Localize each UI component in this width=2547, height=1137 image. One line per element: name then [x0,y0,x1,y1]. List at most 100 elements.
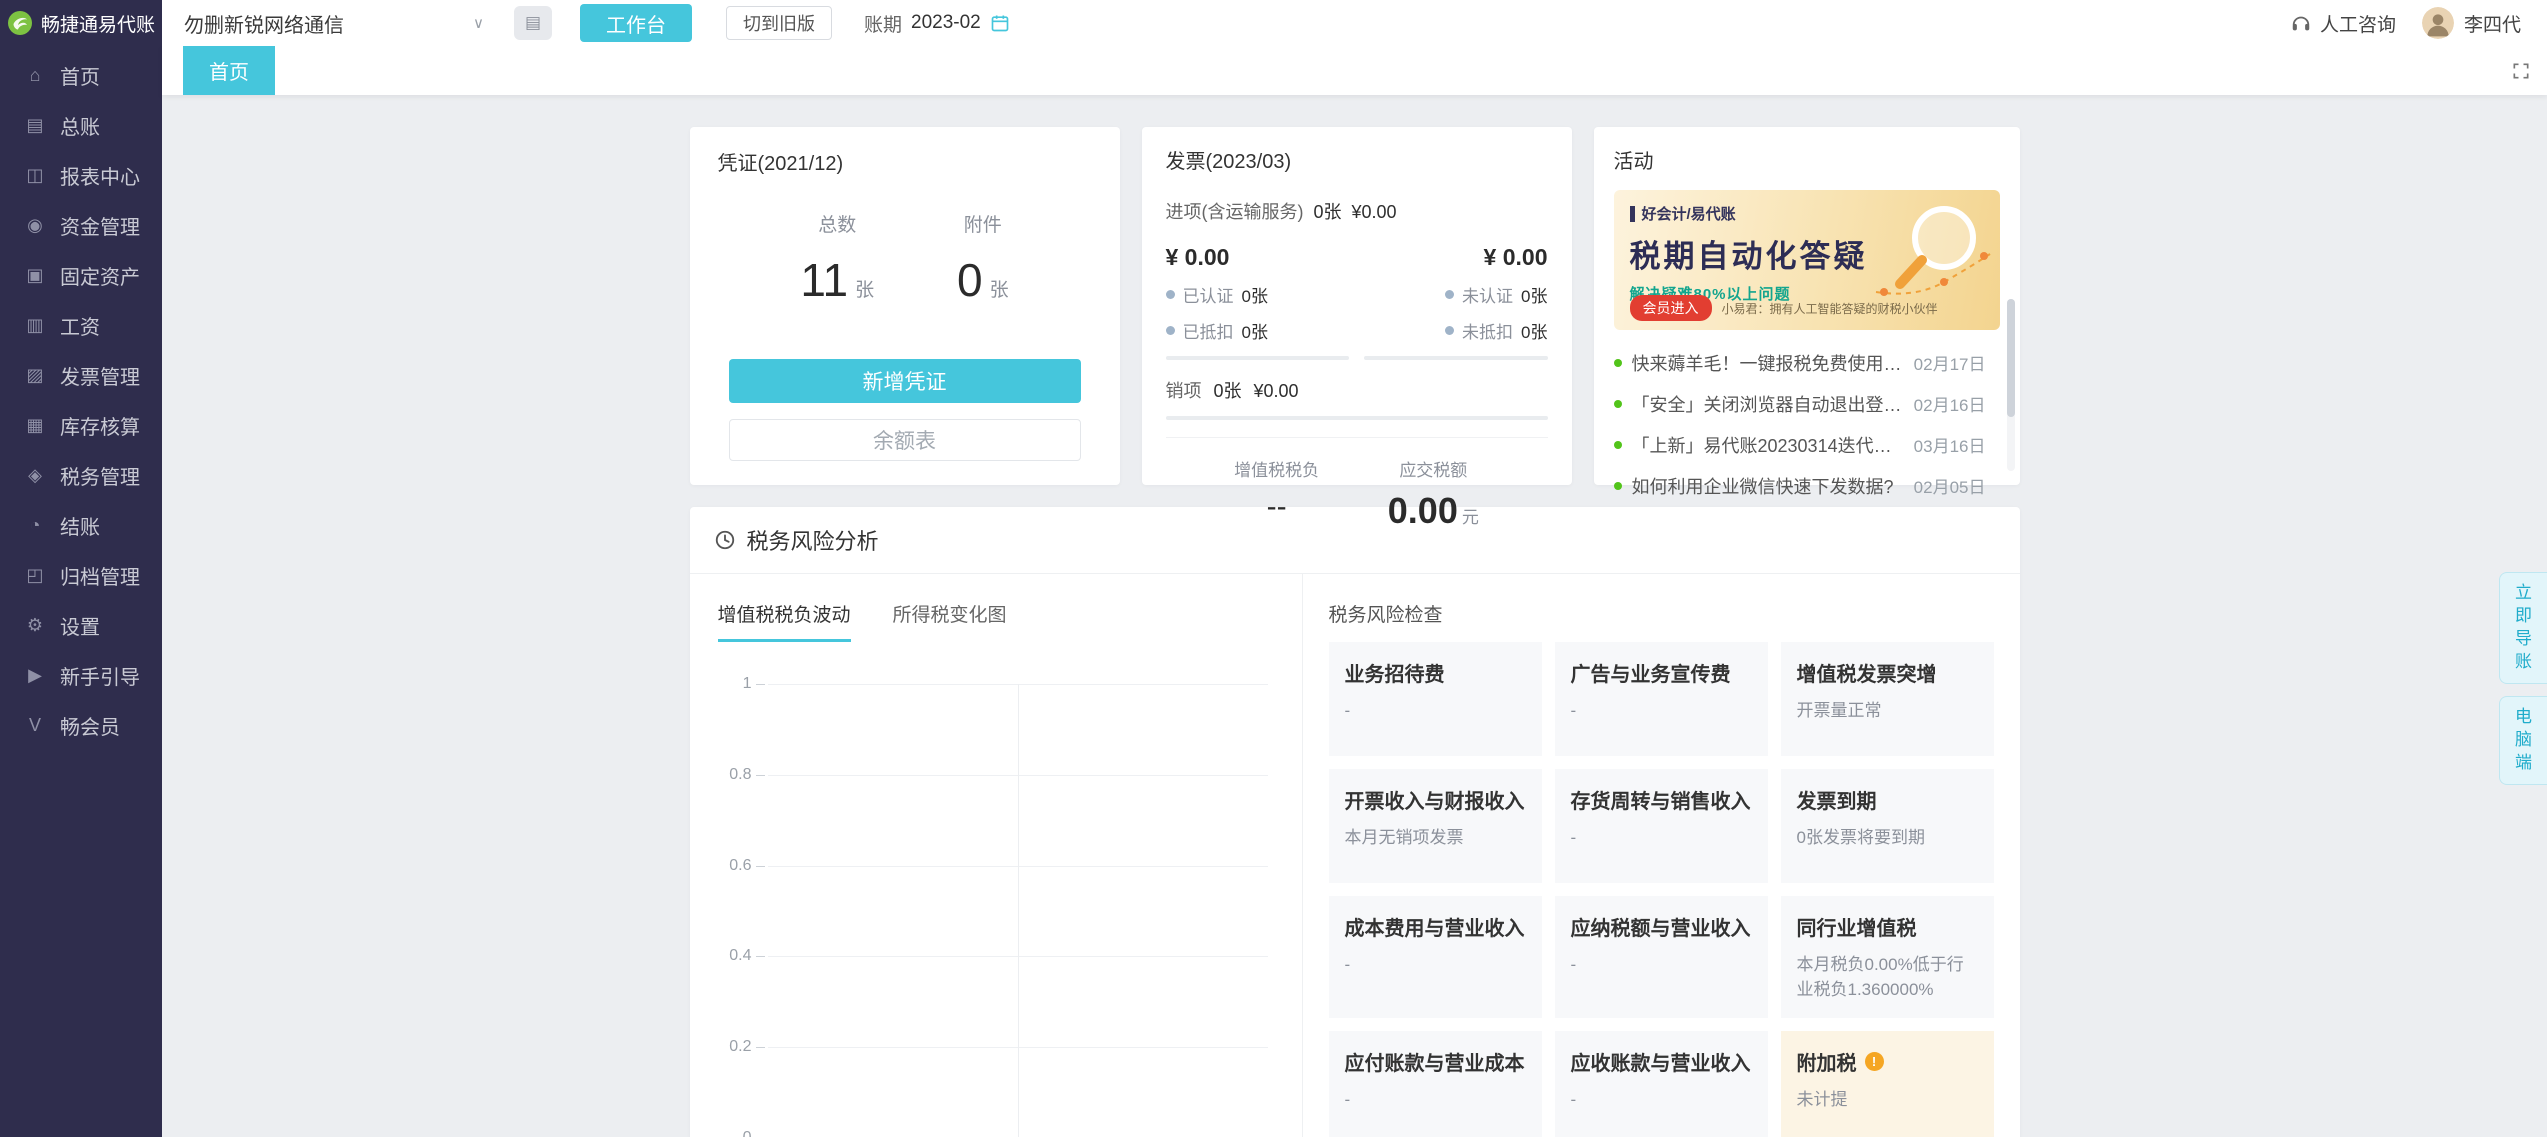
tax-payable-label: 应交税额 [1399,461,1468,480]
gear-icon: ⚙ [26,614,44,635]
check-invoice-vs-report-income[interactable]: 开票收入与财报收入 本月无销项发票 [1328,769,1542,883]
promo-banner[interactable]: 好会计/易代账 税期自动化答疑 解决疑难80%以上问题 会员进入 小易君：拥有人… [1613,190,2000,330]
sidebar-item-general-ledger[interactable]: ▤ 总账 [0,100,162,150]
undeducted-value: 0张 [1521,323,1548,342]
activity-scrollbar[interactable] [2006,299,2015,471]
sidebar-item-label: 固定资产 [60,266,140,289]
tax-payable-value: 0.00 [1387,490,1458,531]
banner-cta-button[interactable]: 会员进入 [1629,295,1712,321]
vat-burden-label: 增值税税负 [1234,461,1320,480]
output-invoice-amount: ¥0.00 [1253,381,1299,401]
check-tax-vs-revenue[interactable]: 应纳税额与营业收入 - [1554,896,1768,1019]
vertical-gridline [1017,684,1019,1137]
username[interactable]: 李四代 [2464,10,2521,37]
accounting-period-picker[interactable]: 账期 2023-02 [864,10,1010,37]
check-business-entertainment[interactable]: 业务招待费 - [1328,642,1542,756]
fullscreen-icon[interactable] [2511,61,2531,81]
tick-mark [755,1047,765,1049]
scrollbar-thumb[interactable] [2006,299,2015,417]
sidebar-item-closing[interactable]: ◔ 结账 [0,500,162,550]
asset-icon: ▣ [26,264,44,285]
check-surtax[interactable]: 附加税 ! 未计提 [1780,1031,1994,1137]
news-text: 「安全」关闭浏览器自动退出登录状态 [1631,394,1904,415]
closing-icon: ◔ [29,514,41,535]
check-cost-vs-revenue[interactable]: 成本费用与营业收入 - [1328,896,1542,1019]
sidebar-item-label: 畅会员 [60,716,120,739]
voucher-attachment-unit: 张 [989,280,1009,301]
status-dot-icon [1165,326,1175,335]
avatar[interactable] [2421,7,2454,39]
sidebar-item-tax[interactable]: ◈ 税务管理 [0,450,162,500]
support-label: 人工咨询 [2319,14,2396,36]
divider [1165,437,1548,438]
sidebar-item-payroll[interactable]: ▥ 工资 [0,300,162,350]
sidebar-item-label: 总账 [60,116,100,139]
deducted-row: 已抵扣 0张 [1165,318,1268,343]
import-account-button[interactable]: 立即导账 [2499,572,2547,684]
voucher-total-label: 总数 [818,215,857,236]
sidebar-item-funds[interactable]: ◉ 资金管理 [0,200,162,250]
floating-buttons: 立即导账 电脑端 [2499,572,2547,785]
sidebar-item-inventory[interactable]: ▦ 库存核算 [0,400,162,450]
tab-home[interactable]: 首页 [183,46,275,95]
sidebar-item-guide[interactable]: ▶ 新手引导 [0,650,162,700]
voucher-attachment: 附件 0 张 [957,210,1009,307]
ledger-book-button[interactable]: ▤ [514,6,552,40]
sidebar-item-home[interactable]: ⌂ 首页 [0,50,162,100]
tab-income-tax-change[interactable]: 所得税变化图 [893,600,1007,642]
news-item[interactable]: 快来薅羊毛！一键报税免费使用365天... 02月17日 [1613,342,1986,383]
sidebar-item-archive[interactable]: ◰ 归档管理 [0,550,162,600]
news-item[interactable]: 「上新」易代账20230314迭代更新 03月16日 [1613,424,1986,465]
output-invoice-row: 销项 0张 ¥0.00 [1166,377,1548,403]
deducted-label: 已抵扣 [1182,323,1234,342]
y-tick-label: 1 [742,675,752,692]
certified-value: 0张 [1241,287,1268,306]
check-industry-vat[interactable]: 同行业增值税 本月税负0.00%低于行业税负1.360000% [1780,896,1994,1019]
sidebar-item-fixed-assets[interactable]: ▣ 固定资产 [0,250,162,300]
sidebar-item-label: 报表中心 [60,166,140,189]
check-vat-invoice-surge[interactable]: 增值税发票突增 开票量正常 [1780,642,1994,756]
tab-vat-burden-fluctuation[interactable]: 增值税税负波动 [717,600,851,642]
check-advertising[interactable]: 广告与业务宣传费 - [1554,642,1768,756]
news-text: 「上新」易代账20230314迭代更新 [1631,435,1904,456]
tax-icon: ◈ [28,464,42,485]
certified-column: ¥ 0.00 已认证 0张 已抵扣 0张 [1165,244,1349,360]
new-voucher-button[interactable]: 新增凭证 [728,359,1081,403]
undeducted-label: 未抵扣 [1462,323,1514,342]
switch-old-version-button[interactable]: 切到旧版 [726,6,832,40]
pc-client-button[interactable]: 电脑端 [2499,695,2547,785]
deducted-value: 0张 [1241,323,1268,342]
news-item[interactable]: 如何利用企业微信快速下发数据? 02月05日 [1613,465,1986,506]
sidebar-item-label: 新手引导 [60,666,140,689]
sidebar-item-label: 设置 [60,616,100,639]
check-payables-vs-cost[interactable]: 应付账款与营业成本 - [1328,1031,1542,1137]
sidebar-item-membership[interactable]: V 畅会员 [0,700,162,750]
sidebar-item-settings[interactable]: ⚙ 设置 [0,600,162,650]
workbench-button[interactable]: 工作台 [580,4,692,42]
progress-bar [1165,356,1349,360]
balance-sheet-button[interactable]: 余额表 [728,419,1081,461]
tax-payable: 应交税额 0.00 元 [1388,456,1479,532]
topbar-right: 人工咨询 李四代 [2290,7,2547,39]
support-link[interactable]: 人工咨询 [2290,10,2396,37]
voucher-attachment-label: 附件 [963,215,1002,236]
sidebar-item-invoice[interactable]: ▨ 发票管理 [0,350,162,400]
ledger-icon: ▤ [26,114,44,135]
voucher-card: 凭证(2021/12) 总数 11 张 附件 0 张 新增凭证 余额表 [689,127,1120,485]
check-invoice-expiry[interactable]: 发票到期 0张发票将要到期 [1780,769,1994,883]
news-text: 快来薅羊毛！一键报税免费使用365天... [1631,353,1904,374]
tick-mark [755,774,765,776]
sidebar-item-label: 库存核算 [60,416,140,439]
tabbar: 首页 [162,46,2547,95]
topbar: 畅捷通易代账 勿删新锐网络通信 ∨ ▤ 工作台 切到旧版 账期 2023-02 … [0,0,2547,46]
progress-bar [1364,356,1548,360]
sidebar-item-report-center[interactable]: ◫ 报表中心 [0,150,162,200]
company-select[interactable]: 勿删新锐网络通信 ∨ [184,9,484,38]
check-receivables-vs-revenue[interactable]: 应收账款与营业收入 - [1554,1031,1768,1137]
sidebar-item-label: 发票管理 [60,366,140,389]
news-text: 如何利用企业微信快速下发数据? [1631,476,1894,497]
news-list: 快来薅羊毛！一键报税免费使用365天... 02月17日 「安全」关闭浏览器自动… [1613,342,2000,506]
news-item[interactable]: 「安全」关闭浏览器自动退出登录状态 02月16日 [1613,383,1986,424]
check-inventory-turnover[interactable]: 存货周转与销售收入 - [1554,769,1768,883]
green-dot-icon [1613,358,1622,367]
